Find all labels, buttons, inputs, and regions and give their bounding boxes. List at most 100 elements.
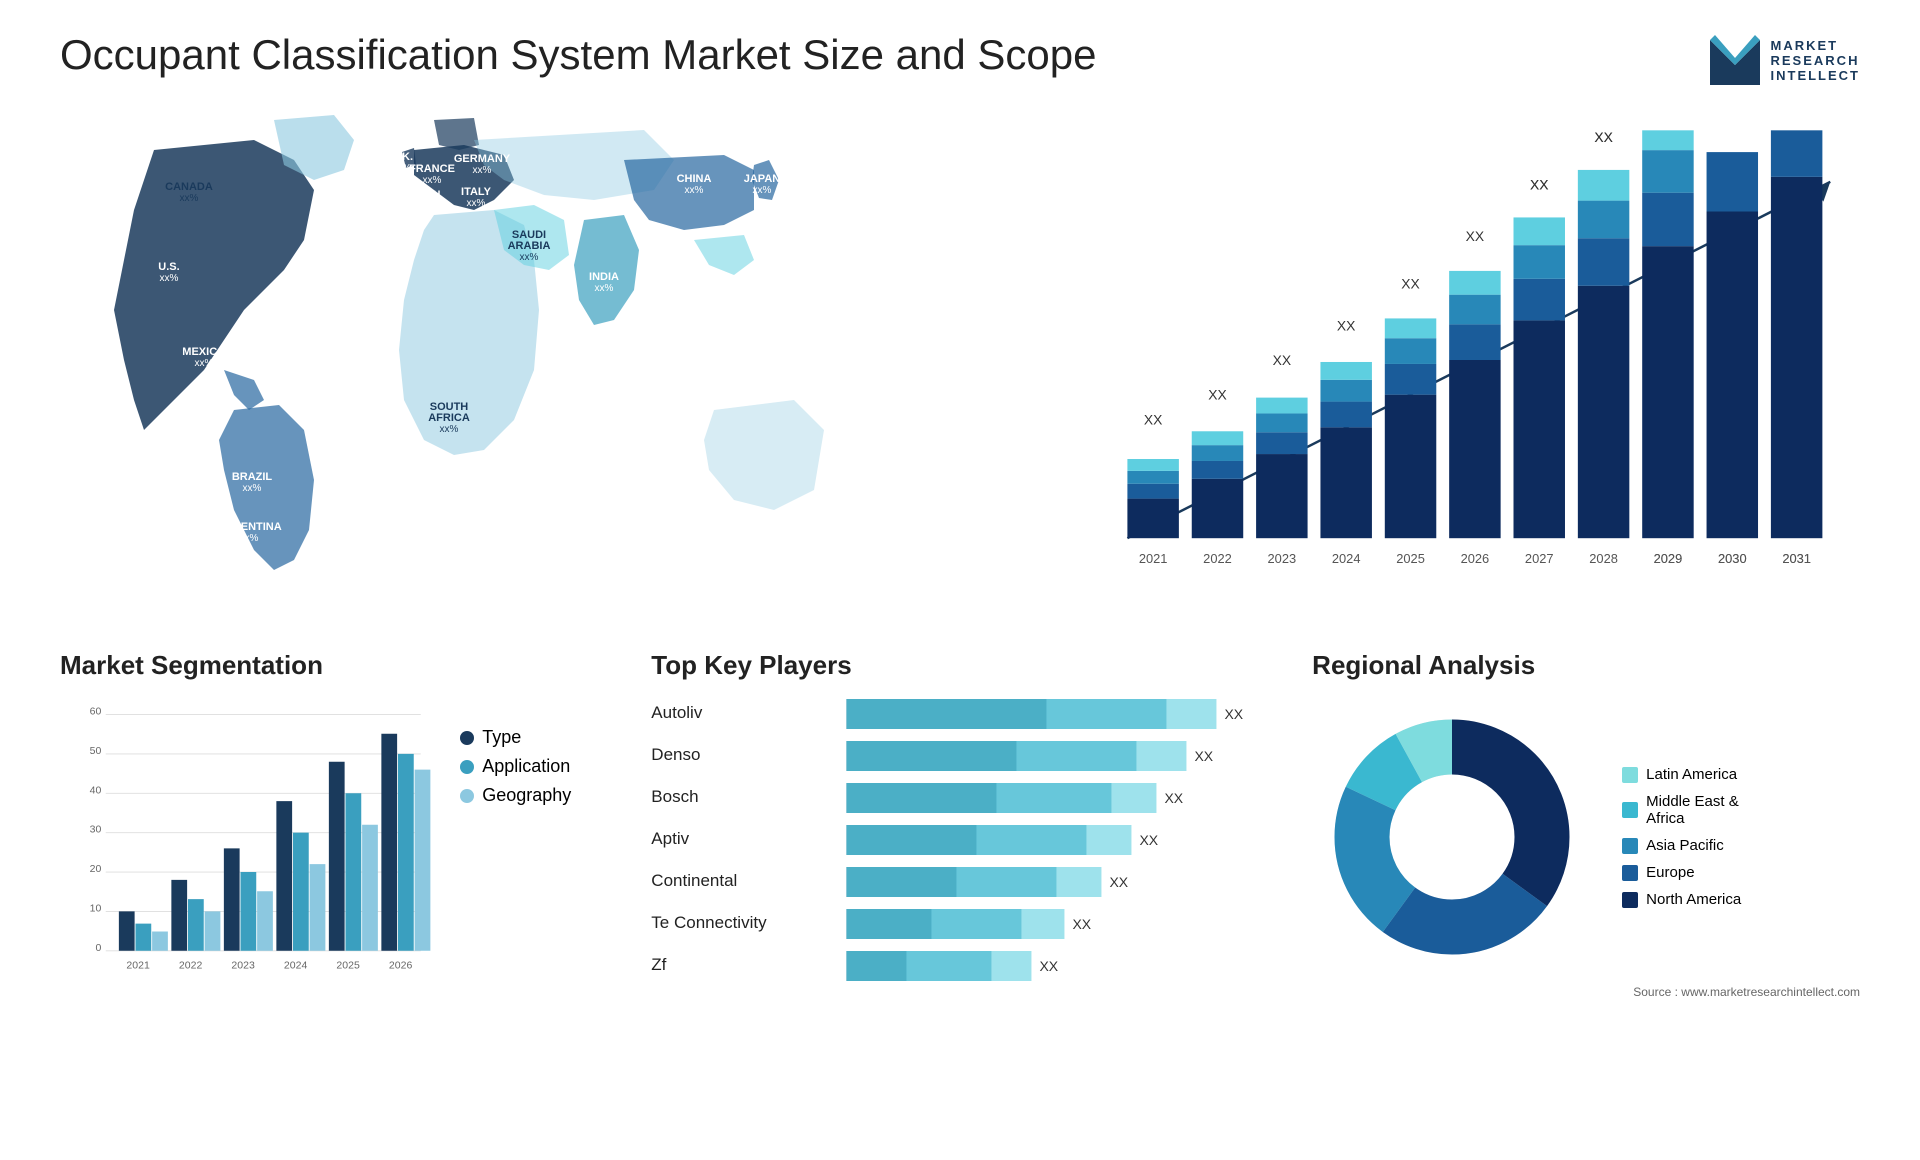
- svg-text:FRANCE: FRANCE: [409, 163, 455, 175]
- svg-text:2023: 2023: [231, 959, 255, 971]
- svg-text:60: 60: [90, 706, 102, 718]
- legend-europe-label: Europe: [1646, 864, 1694, 881]
- bar-chart-area: XX 2021 XX 2022 XX 2023: [1068, 110, 1860, 610]
- svg-text:ARABIA: ARABIA: [508, 240, 551, 252]
- player-row-zf: Zf XX: [651, 949, 1272, 981]
- svg-text:xx%: xx%: [467, 198, 486, 209]
- svg-text:xx%: xx%: [415, 201, 434, 212]
- player-name-bosch: Bosch: [651, 787, 811, 807]
- players-section: Top Key Players Autoliv XX Denso: [611, 650, 1272, 1130]
- player-name-autoliv: Autoliv: [651, 703, 811, 723]
- svg-text:xx%: xx%: [160, 273, 179, 284]
- svg-text:2021: 2021: [1139, 551, 1168, 566]
- svg-text:xx%: xx%: [240, 533, 259, 544]
- svg-text:XX: XX: [1337, 317, 1356, 333]
- svg-text:40: 40: [90, 784, 102, 796]
- legend-application: Application: [460, 756, 571, 777]
- bottom-section: Market Segmentation 0 10 20 30 40 50 60: [60, 650, 1860, 1130]
- segmentation-chart-svg: 0 10 20 30 40 50 60: [60, 697, 440, 977]
- legend-geography-label: Geography: [482, 785, 571, 806]
- svg-text:XX: XX: [1144, 411, 1163, 427]
- svg-text:2026: 2026: [1461, 551, 1490, 566]
- map-area: CANADA xx% U.S. xx% MEXICO xx% BRAZIL xx…: [60, 110, 1028, 610]
- svg-text:30: 30: [90, 824, 102, 836]
- svg-text:2025: 2025: [336, 959, 360, 971]
- svg-text:U.K.: U.K.: [391, 151, 413, 163]
- legend-type-dot: [460, 731, 474, 745]
- donut-chart-svg: [1312, 697, 1592, 977]
- svg-text:XX: XX: [1401, 276, 1420, 292]
- players-list: Autoliv XX Denso: [651, 697, 1272, 981]
- player-row-aptiv: Aptiv XX: [651, 823, 1272, 855]
- svg-text:U.S.: U.S.: [158, 261, 179, 273]
- donut-chart-wrap: [1312, 697, 1592, 977]
- player-name-te-connectivity: Te Connectivity: [651, 913, 811, 933]
- legend-latin-america-label: Latin America: [1646, 766, 1737, 783]
- legend-middle-east-africa-color: [1622, 802, 1638, 818]
- svg-text:xx%: xx%: [520, 252, 539, 263]
- svg-text:2031: 2031: [1782, 551, 1811, 566]
- svg-text:JAPAN: JAPAN: [744, 173, 781, 185]
- segmentation-section: Market Segmentation 0 10 20 30 40 50 60: [60, 650, 571, 1130]
- svg-text:XX: XX: [1530, 177, 1549, 193]
- svg-text:50: 50: [90, 745, 102, 757]
- svg-text:CANADA: CANADA: [165, 181, 213, 193]
- svg-text:XX: XX: [1594, 129, 1613, 145]
- svg-text:GERMANY: GERMANY: [454, 153, 511, 165]
- player-bar-bosch: XX: [821, 781, 1272, 813]
- svg-text:XX: XX: [1195, 748, 1214, 764]
- logo-row: MARKET RESEARCH INTELLECT: [1705, 30, 1861, 90]
- svg-text:XX: XX: [1140, 832, 1159, 848]
- svg-text:xx%: xx%: [685, 185, 704, 196]
- player-bar-denso: XX: [821, 739, 1272, 771]
- header: Occupant Classification System Market Si…: [60, 30, 1860, 90]
- svg-text:xx%: xx%: [440, 424, 459, 435]
- svg-text:SPAIN: SPAIN: [408, 189, 441, 201]
- player-row-continental: Continental XX: [651, 865, 1272, 897]
- svg-text:BRAZIL: BRAZIL: [232, 471, 273, 483]
- player-name-continental: Continental: [651, 871, 811, 891]
- svg-text:2023: 2023: [1268, 551, 1297, 566]
- source-text: Source : www.marketresearchintellect.com: [1312, 985, 1860, 999]
- legend-asia-pacific-label: Asia Pacific: [1646, 837, 1724, 854]
- svg-text:xx%: xx%: [753, 185, 772, 196]
- svg-text:xx%: xx%: [423, 175, 442, 186]
- legend-application-dot: [460, 760, 474, 774]
- player-row-bosch: Bosch XX: [651, 781, 1272, 813]
- legend-north-america: North America: [1622, 891, 1741, 908]
- player-name-zf: Zf: [651, 955, 811, 975]
- svg-text:2030: 2030: [1718, 551, 1747, 566]
- svg-text:2021: 2021: [126, 959, 150, 971]
- regional-section: Regional Analysis: [1312, 650, 1860, 1130]
- svg-text:2028: 2028: [1589, 551, 1618, 566]
- svg-text:XX: XX: [1466, 228, 1485, 244]
- svg-text:AFRICA: AFRICA: [428, 412, 470, 424]
- bar-chart-svg: XX 2021 XX 2022 XX 2023: [1068, 110, 1860, 610]
- svg-text:20: 20: [90, 863, 102, 875]
- legend-europe-color: [1622, 865, 1638, 881]
- legend-type: Type: [460, 727, 571, 748]
- svg-text:2022: 2022: [1203, 551, 1232, 566]
- svg-text:CHINA: CHINA: [677, 173, 712, 185]
- world-map-svg: CANADA xx% U.S. xx% MEXICO xx% BRAZIL xx…: [60, 110, 1028, 610]
- segmentation-title: Market Segmentation: [60, 650, 571, 681]
- svg-text:xx%: xx%: [195, 358, 214, 369]
- player-name-aptiv: Aptiv: [651, 829, 811, 849]
- svg-text:ITALY: ITALY: [461, 186, 492, 198]
- svg-text:XX: XX: [1073, 916, 1092, 932]
- donut-container: Latin America Middle East &Africa Asia P…: [1312, 697, 1860, 977]
- svg-text:XX: XX: [1273, 352, 1292, 368]
- logo-line1: MARKET: [1771, 38, 1861, 53]
- segmentation-legend: Type Application Geography: [460, 707, 571, 806]
- legend-asia-pacific: Asia Pacific: [1622, 837, 1741, 854]
- player-row-te-connectivity: Te Connectivity XX: [651, 907, 1272, 939]
- svg-text:2029: 2029: [1654, 551, 1683, 566]
- legend-type-label: Type: [482, 727, 521, 748]
- players-title: Top Key Players: [651, 650, 1272, 681]
- legend-geography: Geography: [460, 785, 571, 806]
- legend-asia-pacific-color: [1622, 838, 1638, 854]
- page-container: Occupant Classification System Market Si…: [0, 0, 1920, 1160]
- player-bar-aptiv: XX: [821, 823, 1272, 855]
- player-bar-autoliv: XX: [821, 697, 1272, 729]
- logo-icon: [1705, 30, 1765, 90]
